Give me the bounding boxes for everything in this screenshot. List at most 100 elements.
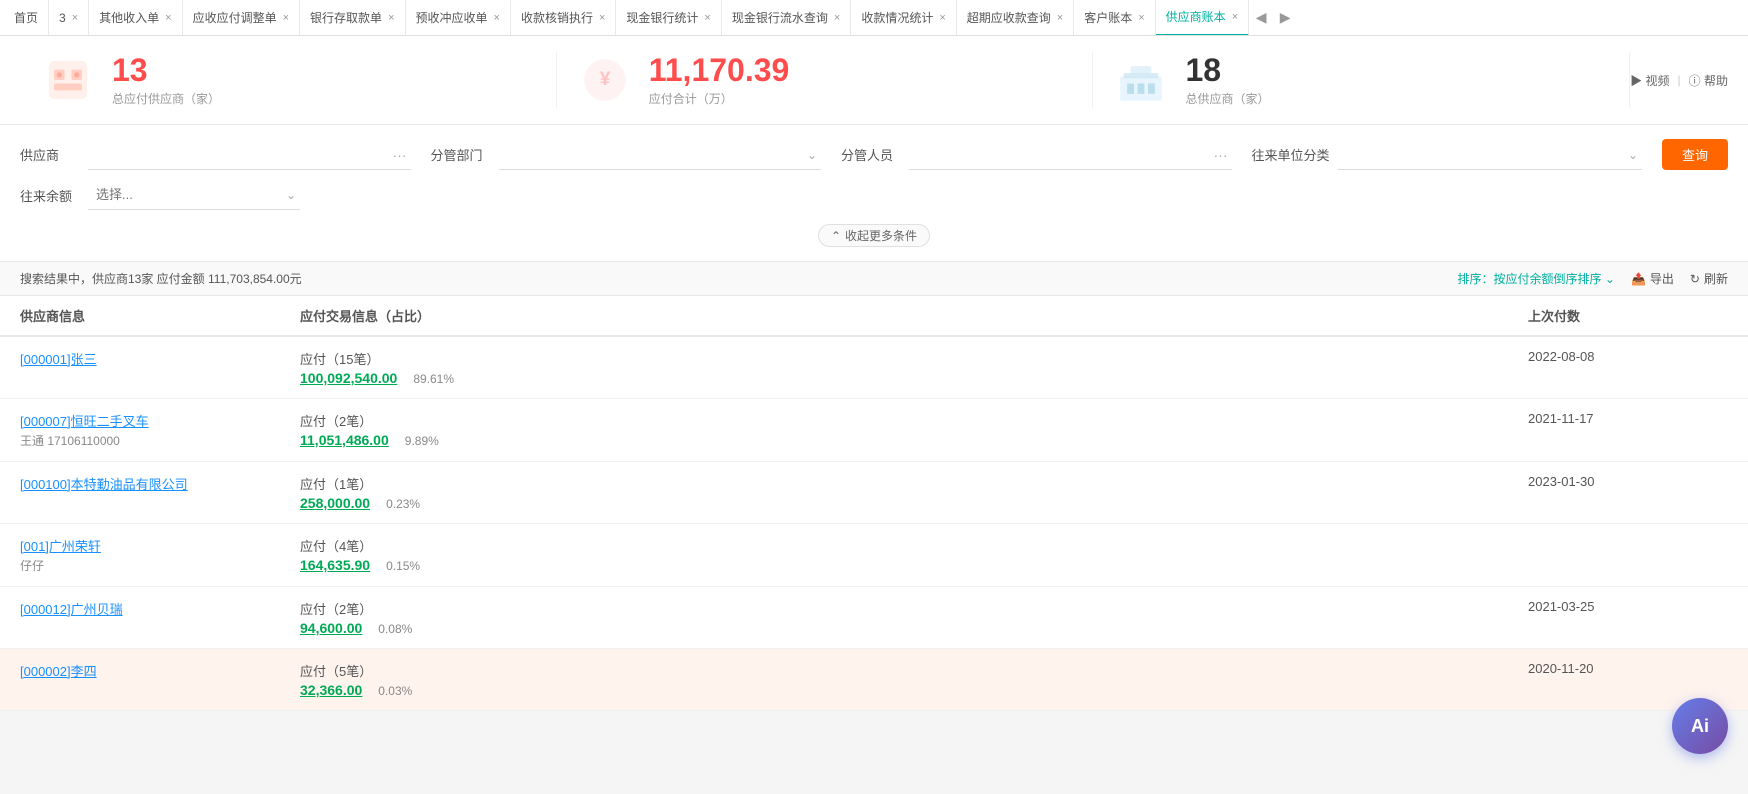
last-pay-cell-0: 2022-08-08 [1528,349,1728,364]
nav-arrow-left[interactable]: ◀ [1249,0,1273,36]
nav-tab-other-income[interactable]: 其他收入单 × [89,0,182,36]
results-bar: 搜索结果中，供应商13家 应付金额 111,703,854.00元 排序：按应付… [0,262,1748,296]
last-pay-cell-5: 2020-11-20 [1528,661,1728,676]
last-pay-cell-2: 2023-01-30 [1528,474,1728,489]
supplier-link-4[interactable]: [000012]广州贝瑞 [20,599,300,618]
category-chevron-icon[interactable]: ⌄ [1628,148,1638,162]
tx-label-0: 应付（15笔） [300,349,1528,368]
close-icon[interactable]: × [704,12,710,24]
ai-button[interactable]: Ai [1672,698,1728,754]
refresh-button[interactable]: ↻ 刷新 [1690,270,1728,287]
nav-tab-3[interactable]: 3 × [49,0,89,36]
tx-amount-1[interactable]: 11,051,486.00 [300,432,389,448]
last-pay-date-2: 2023-01-30 [1528,474,1595,489]
nav-tab-prepay-offset[interactable]: 预收冲应收单 × [406,0,511,36]
tx-amount-4[interactable]: 94,600.00 [300,620,362,636]
supplier-link-1[interactable]: [000007]恒旺二手叉车 [20,411,300,430]
supplier-filter-input-wrapper: ··· [88,140,411,170]
table-row: [000001]张三 应付（15笔） 100,092,540.00 89.61%… [0,337,1748,399]
close-icon[interactable]: × [283,12,289,24]
supplier-cell-4: [000012]广州贝瑞 [20,599,300,620]
stat-block-total-suppliers: 18 总供应商（家） [1093,52,1630,108]
transaction-cell-5: 应付（5笔） 32,366.00 0.03% [300,661,1528,698]
close-icon[interactable]: × [1138,12,1144,24]
supplier-dots-icon[interactable]: ··· [393,147,407,163]
filter-item-supplier: 供应商 ··· [20,140,411,170]
balance-input[interactable] [88,180,300,210]
close-icon[interactable]: × [388,12,394,24]
dept-input[interactable] [499,140,822,170]
nav-tab-supplier-ledger[interactable]: 供应商账本 × [1156,0,1249,36]
svg-text:¥: ¥ [599,69,610,90]
last-pay-cell-1: 2021-11-17 [1528,411,1728,426]
nav-tab-collection-stats[interactable]: 收款情况统计 × [851,0,956,36]
payable-suppliers-number: 13 [112,54,220,86]
close-icon[interactable]: × [1232,11,1238,23]
tx-amount-0[interactable]: 100,092,540.00 [300,370,397,386]
nav-tab-home[interactable]: 首页 [4,0,49,36]
tx-percent-4: 0.08% [378,622,412,636]
payable-total-icon: ¥ [577,52,633,108]
help-link[interactable]: ⓘ 帮助 [1689,72,1728,89]
dept-filter-input-wrapper: ⌄ [499,140,822,170]
nav-tab-cash-bank-flow[interactable]: 现金银行流水查询 × [722,0,851,36]
results-right: 排序：按应付余额倒序排序 ⌄ 📤 导出 ↻ 刷新 [1458,270,1728,287]
col-header-supplier: 供应商信息 [20,306,300,325]
close-icon[interactable]: × [1057,12,1063,24]
nav-arrow-right[interactable]: ▶ [1273,0,1297,36]
filter-row-2: 往来余额 ⌄ [20,180,1728,210]
close-icon[interactable]: × [834,12,840,24]
supplier-filter-label: 供应商 [20,145,80,164]
supplier-link-2[interactable]: [000100]本特勤油品有限公司 [20,474,300,493]
collapse-button[interactable]: ⌃ 收起更多条件 [818,224,930,247]
nav-tab-cash-bank-stats[interactable]: 现金银行统计 × [616,0,721,36]
supplier-input[interactable] [88,140,411,170]
tx-label-1: 应付（2笔） [300,411,1528,430]
close-icon[interactable]: × [494,12,500,24]
stat-block-payable-total: ¥ 11,170.39 应付合计（万） [557,52,1094,108]
supplier-sub-1: 王通 17106110000 [20,432,300,449]
close-icon[interactable]: × [72,12,78,24]
filter-item-category: 往来单位分类 ⌄ [1252,140,1643,170]
dept-chevron-icon[interactable]: ⌄ [807,148,817,162]
col-header-transaction: 应付交易信息（占比） [300,306,1528,325]
transaction-cell-3: 应付（4笔） 164,635.90 0.15% [300,536,1528,573]
export-button[interactable]: 📤 导出 [1631,270,1674,287]
query-button[interactable]: 查询 [1662,139,1728,170]
tx-amount-2[interactable]: 258,000.00 [300,495,370,511]
person-dots-icon[interactable]: ··· [1214,147,1228,163]
category-filter-input-wrapper: ⌄ [1338,140,1642,170]
supplier-link-0[interactable]: [000001]张三 [20,349,300,368]
tx-percent-2: 0.23% [386,497,420,511]
nav-tab-overdue-ar[interactable]: 超期应收款查询 × [957,0,1074,36]
tx-amount-5[interactable]: 32,366.00 [300,682,362,698]
close-icon[interactable]: × [599,12,605,24]
sort-label[interactable]: 排序：按应付余额倒序排序 ⌄ [1458,270,1615,287]
balance-filter-input-wrapper: ⌄ [88,180,300,210]
person-input[interactable] [909,140,1232,170]
last-pay-date-4: 2021-03-25 [1528,599,1595,614]
supplier-link-5[interactable]: [000002]李四 [20,661,300,680]
nav-tab-bank-deposit[interactable]: 银行存取款单 × [300,0,405,36]
filter-item-dept: 分管部门 ⌄ [431,140,822,170]
nav-tab-customer-ledger[interactable]: 客户账本 × [1074,0,1155,36]
supplier-link-3[interactable]: [001]广州荣轩 [20,536,300,555]
payable-suppliers-icon [40,52,96,108]
close-icon[interactable]: × [939,12,945,24]
payable-total-label: 应付合计（万） [649,90,790,107]
nav-tab-collection-exec[interactable]: 收款核销执行 × [511,0,616,36]
filter-item-balance: 往来余额 ⌄ [20,180,300,210]
category-input[interactable] [1338,140,1642,170]
stat-content-suppliers: 18 总供应商（家） [1185,54,1269,107]
close-icon[interactable]: × [165,12,171,24]
tx-amount-3[interactable]: 164,635.90 [300,557,370,573]
export-icon: 📤 [1631,272,1646,286]
nav-tab-ar-ap-adjust[interactable]: 应收应付调整单 × [183,0,300,36]
balance-chevron-icon[interactable]: ⌄ [286,188,296,202]
transaction-cell-1: 应付（2笔） 11,051,486.00 9.89% [300,411,1528,448]
video-link[interactable]: ▶ 视频 [1630,72,1669,89]
filter-area: 供应商 ··· 分管部门 ⌄ 分管人员 ··· [0,125,1748,262]
tx-label-3: 应付（4笔） [300,536,1528,555]
table-row: [000002]李四 应付（5笔） 32,366.00 0.03% 2020-1… [0,649,1748,711]
tx-label-2: 应付（1笔） [300,474,1528,493]
